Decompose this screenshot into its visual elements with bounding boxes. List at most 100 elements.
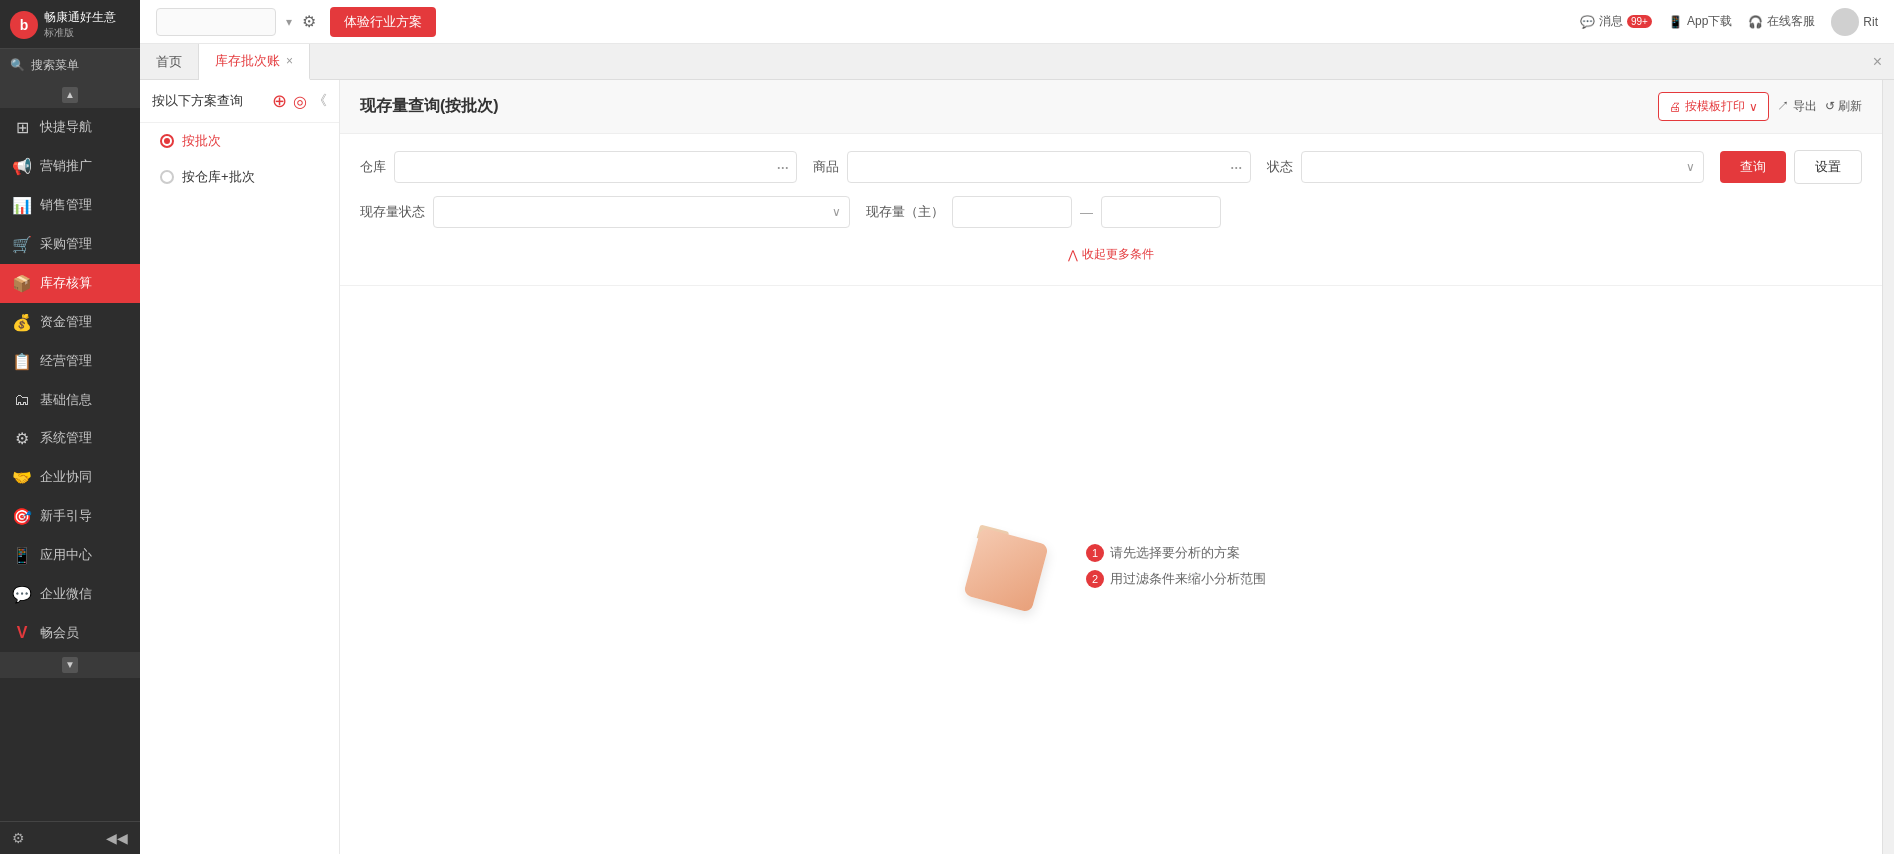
product-input[interactable]: ··· [847, 151, 1250, 183]
export-button[interactable]: ↗ 导出 [1777, 98, 1816, 115]
plan-item-batch[interactable]: 按批次 [140, 123, 339, 159]
warehouse-more-icon[interactable]: ··· [776, 157, 788, 178]
app-edition: 标准版 [44, 26, 116, 40]
settings-plan-icon[interactable]: ◎ [293, 92, 307, 111]
left-panel: 按以下方案查询 ⊕ ◎ 《 按批次 按仓库+批次 [140, 80, 340, 854]
status-label: 状态 [1267, 158, 1293, 176]
sidebar: b 畅康通好生意 标准版 🔍 搜索菜单 ▲ ⊞ 快捷导航 📢 营销推广 📊 销售… [0, 0, 140, 854]
system-icon: ⚙ [12, 429, 32, 448]
sidebar-item-label: 基础信息 [40, 391, 92, 409]
sidebar-header: b 畅康通好生意 标准版 [0, 0, 140, 49]
sidebar-item-wechat[interactable]: 💬 企业微信 [0, 575, 140, 614]
warehouse-input[interactable]: ··· [394, 151, 797, 183]
sidebar-item-label: 资金管理 [40, 313, 92, 331]
sidebar-item-finance[interactable]: 💰 资金管理 [0, 303, 140, 342]
scroll-down-arrow[interactable]: ▼ [62, 657, 78, 673]
page-title-bar: 现存量查询(按批次) 🖨 按模板打印 ∨ ↗ 导出 ↺ 刷新 [340, 80, 1882, 134]
sidebar-item-basic[interactable]: 🗂 基础信息 [0, 381, 140, 419]
sidebar-item-operations[interactable]: 📋 经营管理 [0, 342, 140, 381]
refresh-label: 刷新 [1838, 99, 1862, 113]
status-select[interactable]: ∨ [1301, 151, 1704, 183]
sidebar-item-label: 库存核算 [40, 274, 92, 292]
plan-item-batch-label: 按批次 [182, 132, 221, 150]
tab-home[interactable]: 首页 [140, 44, 199, 80]
add-plan-icon[interactable]: ⊕ [272, 90, 287, 112]
product-more-icon[interactable]: ··· [1230, 157, 1242, 178]
inventory-qty-to[interactable] [1101, 196, 1221, 228]
sidebar-item-newbie[interactable]: 🎯 新手引导 [0, 497, 140, 536]
settings-button[interactable]: 设置 [1794, 150, 1862, 184]
inventory-status-select[interactable]: ∨ [433, 196, 850, 228]
sidebar-item-label: 快捷导航 [40, 118, 92, 136]
enterprise-icon: 🤝 [12, 468, 32, 487]
sidebar-item-system[interactable]: ⚙ 系统管理 [0, 419, 140, 458]
message-icon: 💬 [1580, 15, 1595, 29]
sidebar-item-enterprise[interactable]: 🤝 企业协同 [0, 458, 140, 497]
filter-row-1: 仓库 ··· 商品 ··· 状态 [360, 150, 1862, 184]
query-button[interactable]: 查询 [1720, 151, 1786, 183]
hint-2: 2 用过滤条件来缩小分析范围 [1086, 570, 1266, 588]
qty-separator: — [1080, 205, 1093, 220]
filter-product: 商品 ··· [813, 151, 1250, 183]
status-arrow: ∨ [1686, 160, 1695, 174]
collapse-sidebar-icon[interactable]: ◀◀ [106, 830, 128, 846]
app-download-button[interactable]: 📱 App下载 [1668, 13, 1732, 30]
sidebar-item-label: 采购管理 [40, 235, 92, 253]
sidebar-item-marketing[interactable]: 📢 营销推广 [0, 147, 140, 186]
messages-badge: 99+ [1627, 15, 1652, 28]
export-icon: ↗ [1777, 99, 1789, 113]
step-1-num: 1 [1086, 544, 1104, 562]
print-label: 按模板打印 [1685, 98, 1745, 115]
sidebar-item-label: 系统管理 [40, 429, 92, 447]
collapse-filter-button[interactable]: ⋀ 收起更多条件 [360, 240, 1862, 269]
tabbar-close-button[interactable]: × [1861, 53, 1894, 71]
sidebar-item-sales[interactable]: 📊 销售管理 [0, 186, 140, 225]
left-panel-header: 按以下方案查询 ⊕ ◎ 《 [140, 80, 339, 123]
inventory-qty-from[interactable] [952, 196, 1072, 228]
box-main-shape [963, 527, 1049, 613]
sidebar-item-appstore[interactable]: 📱 应用中心 [0, 536, 140, 575]
sidebar-search[interactable]: 🔍 搜索菜单 [0, 49, 140, 82]
search-input[interactable] [156, 8, 276, 36]
hint-1: 1 请先选择要分析的方案 [1086, 544, 1266, 562]
sidebar-item-label: 企业协同 [40, 468, 92, 486]
topbar-gear-icon[interactable]: ⚙ [302, 12, 316, 31]
experience-button[interactable]: 体验行业方案 [330, 7, 436, 37]
topbar-right: 💬 消息 99+ 📱 App下载 🎧 在线客服 Rit [1580, 8, 1878, 36]
scroll-up-arrow[interactable]: ▲ [62, 87, 78, 103]
page-toolbar: 🖨 按模板打印 ∨ ↗ 导出 ↺ 刷新 [1658, 92, 1862, 121]
sidebar-item-inventory[interactable]: 📦 库存核算 [0, 264, 140, 303]
sidebar-item-purchase[interactable]: 🛒 采购管理 [0, 225, 140, 264]
messages-button[interactable]: 💬 消息 99+ [1580, 13, 1652, 30]
shortcut-icon: ⊞ [12, 118, 32, 137]
right-panel: 现存量查询(按批次) 🖨 按模板打印 ∨ ↗ 导出 ↺ 刷新 [340, 80, 1882, 854]
appstore-icon: 📱 [12, 546, 32, 565]
tab-home-label: 首页 [156, 53, 182, 71]
user-profile[interactable]: Rit [1831, 8, 1878, 36]
print-button[interactable]: 🖨 按模板打印 ∨ [1658, 92, 1769, 121]
topbar-dropdown-arrow[interactable]: ▾ [286, 15, 292, 29]
online-service-button[interactable]: 🎧 在线客服 [1748, 13, 1815, 30]
tab-close-icon[interactable]: × [286, 54, 293, 68]
sidebar-footer: ⚙ ◀◀ [0, 821, 140, 854]
search-icon: 🔍 [10, 58, 25, 72]
app-name: 畅康通好生意 [44, 10, 116, 26]
plan-item-warehouse-batch[interactable]: 按仓库+批次 [140, 159, 339, 195]
refresh-button[interactable]: ↺ 刷新 [1825, 98, 1862, 115]
sidebar-item-member[interactable]: V 畅会员 [0, 614, 140, 652]
sidebar-item-shortcut[interactable]: ⊞ 快捷导航 [0, 108, 140, 147]
filter-inventory-qty: 现存量（主） — [866, 196, 1356, 228]
sidebar-search-label: 搜索菜单 [31, 57, 79, 74]
inventory-icon: 📦 [12, 274, 32, 293]
settings-icon[interactable]: ⚙ [12, 830, 25, 846]
tab-inventory-batch[interactable]: 库存批次账 × [199, 44, 310, 80]
sidebar-brand-text: 畅康通好生意 标准版 [44, 10, 116, 40]
inventory-status-label: 现存量状态 [360, 203, 425, 221]
collapse-panel-icon[interactable]: 《 [313, 92, 327, 110]
side-scrollbar[interactable] [1882, 80, 1894, 854]
tabbar: 首页 库存批次账 × × [140, 44, 1894, 80]
filter-warehouse: 仓库 ··· [360, 151, 797, 183]
phone-icon: 📱 [1668, 15, 1683, 29]
empty-hints: 1 请先选择要分析的方案 2 用过滤条件来缩小分析范围 [1086, 544, 1266, 596]
left-panel-actions: ⊕ ◎ 《 [272, 90, 327, 112]
